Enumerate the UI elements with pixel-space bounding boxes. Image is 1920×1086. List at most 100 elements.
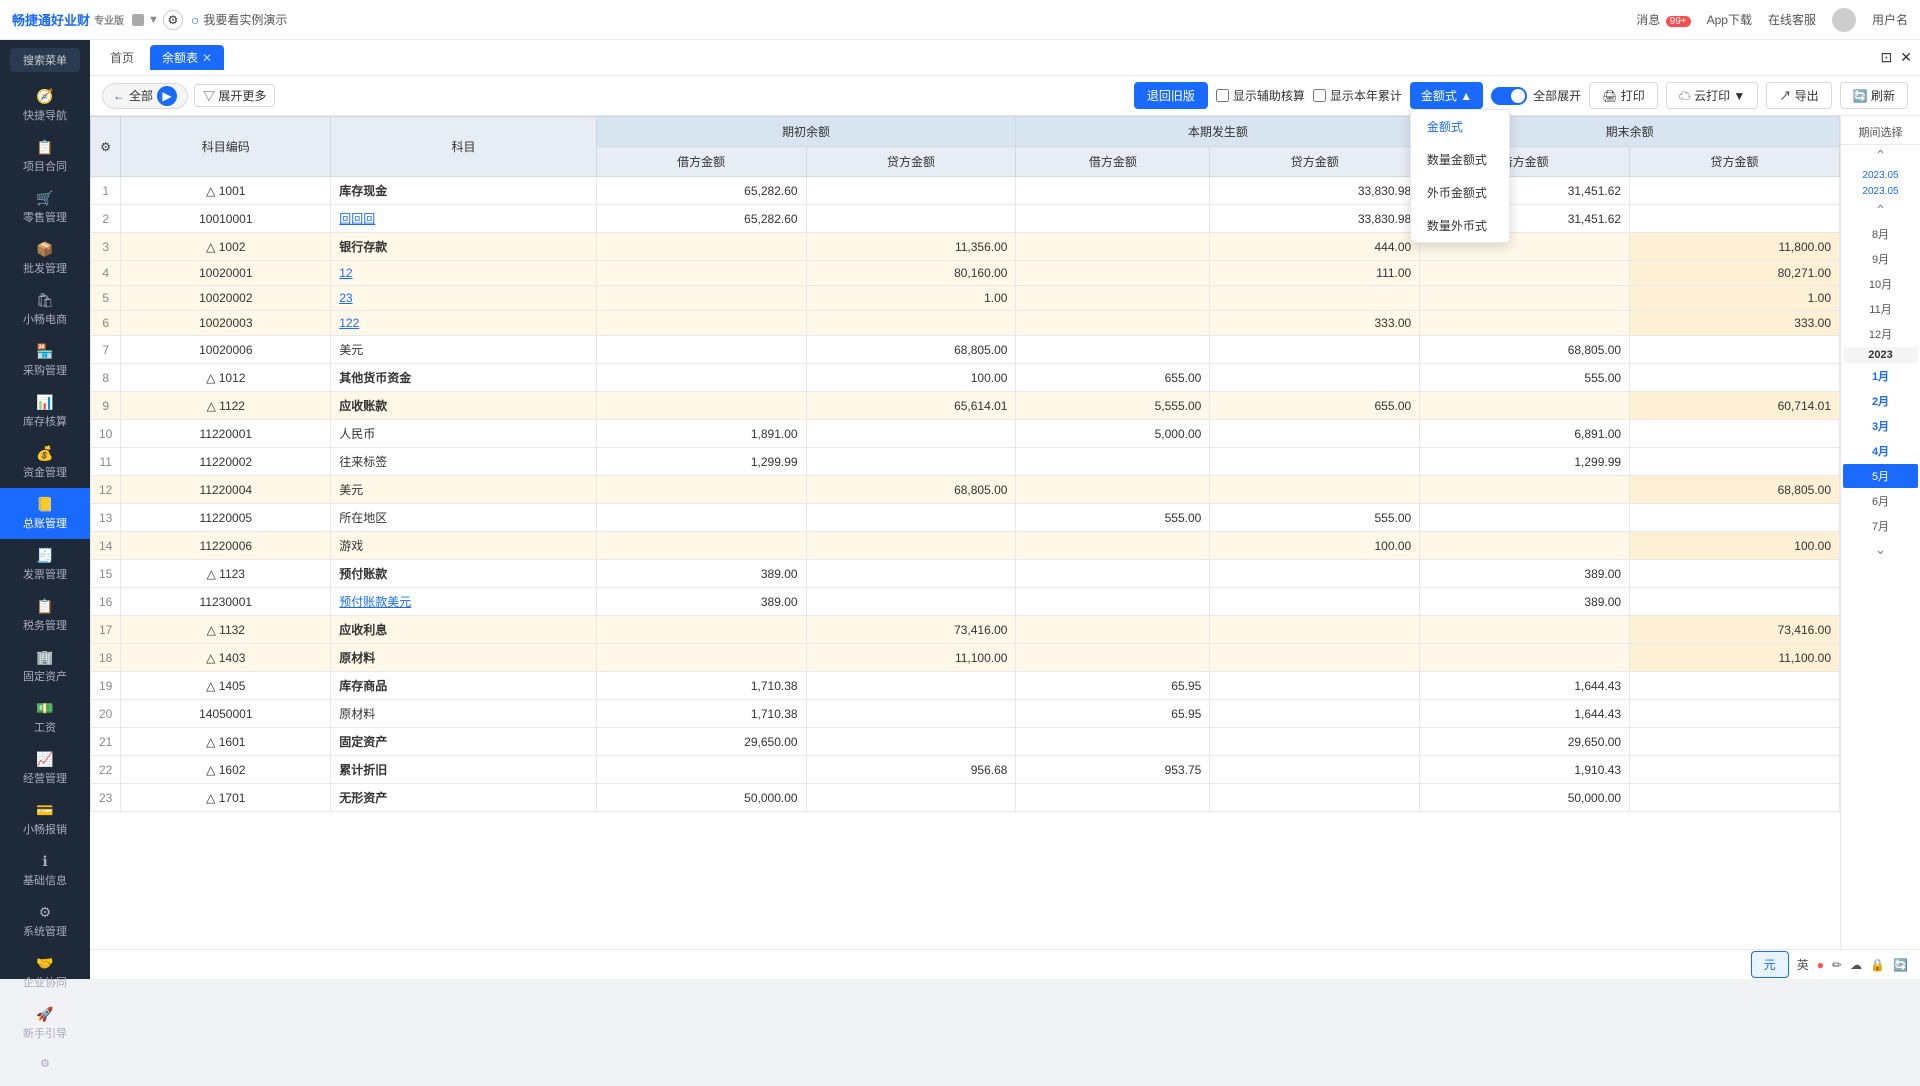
collapse-btn[interactable]: ⌃: [1841, 145, 1920, 166]
cell-cur-credit: [1210, 728, 1420, 756]
bottom-edit-icon[interactable]: ✏: [1832, 958, 1842, 972]
show-aux-check[interactable]: 显示辅助核算: [1216, 87, 1305, 104]
sidebar-item-retail[interactable]: 🛒 零售管理: [0, 182, 90, 233]
cell-name[interactable]: 12: [331, 261, 596, 286]
sidebar-item-purchase[interactable]: 🏪 采购管理: [0, 335, 90, 386]
sidebar-item-invoice[interactable]: 🧾 发票管理: [0, 539, 90, 590]
sidebar-item-base[interactable]: ℹ 基础信息: [0, 845, 90, 896]
online-service-btn[interactable]: 在线客服: [1768, 11, 1816, 28]
bottom-sync-icon[interactable]: 🔄: [1893, 958, 1908, 972]
sidebar-item-system[interactable]: ⚙ 系统管理: [0, 896, 90, 947]
sidebar-item-guide[interactable]: 🚀 新手引导: [0, 998, 90, 1049]
account-name-text[interactable]: 回回回: [339, 212, 375, 226]
cell-name[interactable]: 23: [331, 286, 596, 311]
month-3[interactable]: 3月: [1843, 414, 1918, 438]
demo-link[interactable]: ○ 我要看实例演示: [191, 11, 287, 28]
sidebar-item-inventory[interactable]: 📊 库存核算: [0, 386, 90, 437]
format-option-amount[interactable]: 金额式: [1411, 110, 1509, 143]
month-12[interactable]: 12月: [1843, 322, 1918, 346]
cell-open-credit: [806, 448, 1016, 476]
export-btn[interactable]: ↗ 导出: [1766, 82, 1831, 109]
expand-toggle-switch[interactable]: [1491, 87, 1527, 105]
format-option-foreign-amount[interactable]: 外币金额式: [1411, 176, 1509, 209]
bottom-lang-icon[interactable]: 英: [1797, 956, 1809, 973]
print-btn[interactable]: 🖨 打印: [1589, 82, 1658, 109]
app-download-btn[interactable]: App下载: [1707, 11, 1752, 28]
cell-open-debit: 1,710.38: [596, 700, 806, 728]
sidebar-item-finance[interactable]: 💰 资金管理: [0, 437, 90, 488]
messages-btn[interactable]: 消息 99+: [1636, 11, 1690, 28]
sidebar-item-assets[interactable]: 🏢 固定资产: [0, 641, 90, 692]
right-panel: 期间选择 ⌃ 2023.05 2023.05 ⌃ 8月 9月 10月 11月 1…: [1840, 116, 1920, 949]
cell-open-credit: 65,614.01: [806, 392, 1016, 420]
cell-cur-credit: [1210, 560, 1420, 588]
breadcrumb-btn[interactable]: ← 全部 ▶: [102, 83, 188, 109]
month-5[interactable]: 5月: [1843, 464, 1918, 488]
cell-rownum: 18: [91, 644, 121, 672]
cell-rownum: 22: [91, 756, 121, 784]
tab-balance[interactable]: 余额表 ✕: [150, 45, 224, 70]
year-range-2: 2023.05: [1843, 184, 1918, 199]
tab-close-btn[interactable]: ✕: [1900, 49, 1912, 66]
th-cur-credit: 贷方金额: [1210, 147, 1420, 177]
month-10[interactable]: 10月: [1843, 272, 1918, 296]
cell-cur-debit: [1016, 728, 1210, 756]
month-9[interactable]: 9月: [1843, 247, 1918, 271]
sidebar-item-tax[interactable]: 📋 税务管理: [0, 590, 90, 641]
sidebar-item-wholesale[interactable]: 📦 批发管理: [0, 233, 90, 284]
settings-btn[interactable]: ⚙: [163, 10, 183, 30]
cell-name[interactable]: 预付账款美元: [331, 588, 596, 616]
account-name-text[interactable]: 预付账款美元: [339, 595, 411, 609]
refresh-btn[interactable]: 🔄 刷新: [1840, 82, 1908, 109]
up-arrow-btn[interactable]: ⌃: [1843, 200, 1918, 221]
sidebar-search[interactable]: 搜索菜单: [10, 48, 80, 72]
month-8[interactable]: 8月: [1843, 222, 1918, 246]
bottom-lock-icon[interactable]: 🔒: [1870, 958, 1885, 972]
sidebar-item-project[interactable]: 📋 项目合同: [0, 131, 90, 182]
aux-checkbox[interactable]: [1216, 89, 1229, 102]
sidebar-item-payroll[interactable]: 💵 工资: [0, 692, 90, 743]
bottom-yuan-btn[interactable]: 元: [1751, 951, 1789, 978]
tab-home[interactable]: 首页: [98, 45, 146, 70]
annual-checkbox[interactable]: [1313, 89, 1326, 102]
sidebar-item-ledger[interactable]: 📒 总账管理: [0, 488, 90, 539]
month-4[interactable]: 4月: [1843, 439, 1918, 463]
cell-name[interactable]: 122: [331, 311, 596, 336]
back-old-btn[interactable]: 退回旧版: [1134, 82, 1208, 109]
account-name-text: 银行存款: [339, 240, 387, 254]
expand-more-btn[interactable]: ▽ 展开更多: [194, 84, 275, 107]
account-name-text[interactable]: 122: [339, 316, 359, 330]
th-settings[interactable]: ⚙: [91, 117, 121, 177]
format-option-qty-amount[interactable]: 数量金额式: [1411, 143, 1509, 176]
sidebar-item-expense[interactable]: 💳 小畅报销: [0, 794, 90, 845]
month-2[interactable]: 2月: [1843, 389, 1918, 413]
sidebar-item-quick-nav[interactable]: 🧭 快捷导航: [0, 80, 90, 131]
month-6[interactable]: 6月: [1843, 489, 1918, 513]
cell-code: 14050001: [121, 700, 331, 728]
sidebar-settings[interactable]: ⚙: [36, 1049, 54, 1078]
bottom-cloud-icon[interactable]: ☁: [1850, 958, 1862, 972]
month-11[interactable]: 11月: [1843, 297, 1918, 321]
sidebar-item-collab[interactable]: 🤝 企业协同: [0, 947, 90, 998]
cloud-print-btn[interactable]: ☁ 云打印 ▼: [1666, 82, 1759, 109]
sidebar-item-operations[interactable]: 📈 经营管理: [0, 743, 90, 794]
breadcrumb-nav-icon[interactable]: ▶: [157, 86, 177, 106]
cell-open-credit: 11,100.00: [806, 644, 1016, 672]
format-option-qty-foreign[interactable]: 数量外币式: [1411, 209, 1509, 242]
table-wrap[interactable]: ⚙ 科目编码 科目 期初余额 本期发生额 期末余额 借方金额 贷方金额 借方金额…: [90, 116, 1840, 949]
month-1[interactable]: 1月: [1843, 364, 1918, 388]
account-name-text[interactable]: 23: [339, 291, 352, 305]
cell-name[interactable]: 回回回: [331, 205, 596, 233]
sidebar-item-ecommerce[interactable]: 🛍 小畅电商: [0, 284, 90, 335]
month-7[interactable]: 7月: [1843, 514, 1918, 538]
down-arrow-btn[interactable]: ⌄: [1843, 539, 1918, 560]
tab-close-icon[interactable]: ✕: [202, 51, 212, 65]
cell-cur-credit: [1210, 336, 1420, 364]
account-name-text[interactable]: 12: [339, 266, 352, 280]
cell-rownum: 9: [91, 392, 121, 420]
cell-open-debit: 389.00: [596, 560, 806, 588]
show-annual-check[interactable]: 显示本年累计: [1313, 87, 1402, 104]
format-dropdown-btn[interactable]: 金额式 ▲: [1410, 82, 1483, 109]
tab-maximize-btn[interactable]: ⊡: [1881, 49, 1893, 66]
cell-cur-credit: [1210, 672, 1420, 700]
